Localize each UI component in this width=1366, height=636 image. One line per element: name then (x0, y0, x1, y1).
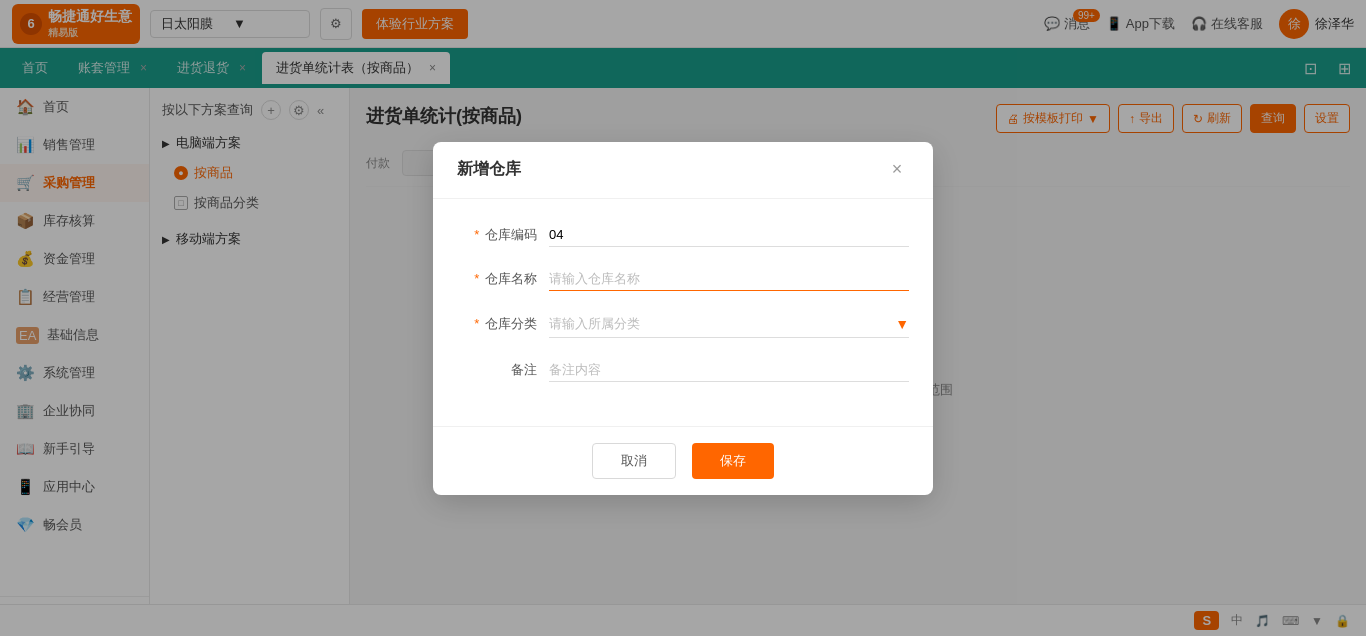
form-row-code: * 仓库编码 (457, 223, 909, 247)
form-row-name: * 仓库名称 (457, 267, 909, 291)
required-mark-category: * (474, 316, 479, 331)
modal-overlay: 新增仓库 × * 仓库编码 * 仓库名称 (0, 0, 1366, 636)
form-row-category: * 仓库分类 请输入所属分类 ▼ (457, 311, 909, 338)
modal-body: * 仓库编码 * 仓库名称 * 仓库分类 请输入所属 (433, 199, 933, 426)
save-button[interactable]: 保存 (692, 443, 774, 479)
required-mark-name: * (474, 271, 479, 286)
name-label: * 仓库名称 (457, 270, 537, 288)
remark-input[interactable] (549, 358, 909, 382)
category-placeholder: 请输入所属分类 (549, 315, 640, 333)
required-mark-code: * (474, 227, 479, 242)
modal-title: 新增仓库 (457, 159, 521, 180)
remark-label: 备注 (457, 361, 537, 379)
category-arrow-icon: ▼ (895, 316, 909, 332)
warehouse-name-input[interactable] (549, 267, 909, 291)
cancel-button[interactable]: 取消 (592, 443, 676, 479)
category-label: * 仓库分类 (457, 315, 537, 333)
warehouse-code-input[interactable] (549, 223, 909, 247)
modal-footer: 取消 保存 (433, 426, 933, 495)
add-warehouse-modal: 新增仓库 × * 仓库编码 * 仓库名称 (433, 142, 933, 495)
code-label: * 仓库编码 (457, 226, 537, 244)
modal-header: 新增仓库 × (433, 142, 933, 199)
form-row-remark: 备注 (457, 358, 909, 382)
modal-close-button[interactable]: × (885, 158, 909, 182)
category-select[interactable]: 请输入所属分类 ▼ (549, 311, 909, 338)
